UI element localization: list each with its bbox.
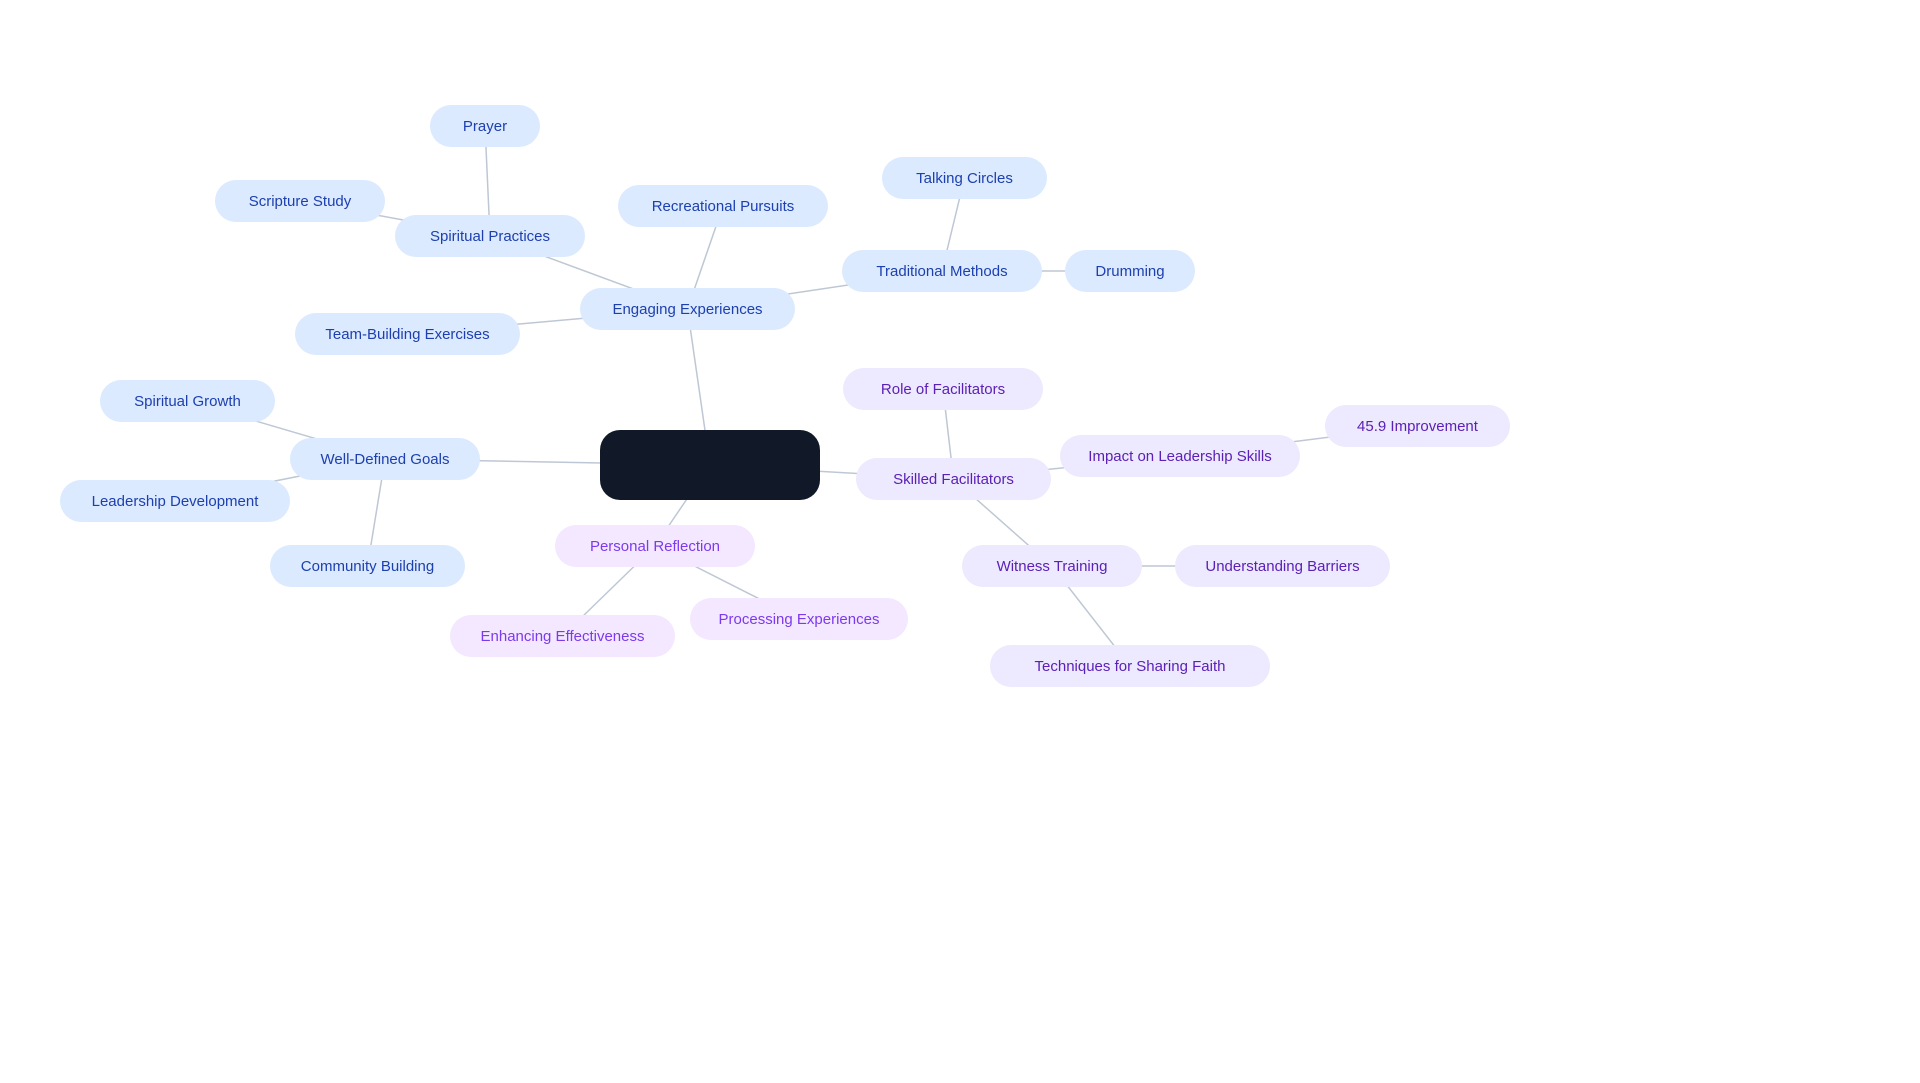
- spiritual-growth-node: Spiritual Growth: [100, 380, 275, 422]
- role-of-facilitators-node: Role of Facilitators: [843, 368, 1043, 410]
- enhancing-effectiveness-node: Enhancing Effectiveness: [450, 615, 675, 657]
- understanding-barriers-node: Understanding Barriers: [1175, 545, 1390, 587]
- engaging-experiences-node: Engaging Experiences: [580, 288, 795, 330]
- improvement-node: 45.9 Improvement: [1325, 405, 1510, 447]
- leadership-development-node: Leadership Development: [60, 480, 290, 522]
- talking-circles-node: Talking Circles: [882, 157, 1047, 199]
- center-node: [600, 430, 820, 500]
- traditional-methods-node: Traditional Methods: [842, 250, 1042, 292]
- well-defined-goals-node: Well-Defined Goals: [290, 438, 480, 480]
- drumming-node: Drumming: [1065, 250, 1195, 292]
- skilled-facilitators-node: Skilled Facilitators: [856, 458, 1051, 500]
- prayer-node: Prayer: [430, 105, 540, 147]
- personal-reflection-node: Personal Reflection: [555, 525, 755, 567]
- techniques-sharing-node: Techniques for Sharing Faith: [990, 645, 1270, 687]
- impact-leadership-skills-node: Impact on Leadership Skills: [1060, 435, 1300, 477]
- scripture-study-node: Scripture Study: [215, 180, 385, 222]
- team-building-node: Team-Building Exercises: [295, 313, 520, 355]
- recreational-pursuits-node: Recreational Pursuits: [618, 185, 828, 227]
- mindmap-container: Prayer Scripture StudySpiritual Practices…: [0, 0, 1920, 1083]
- community-building-node: Community Building: [270, 545, 465, 587]
- witness-training-node: Witness Training: [962, 545, 1142, 587]
- spiritual-practices-node: Spiritual Practices: [395, 215, 585, 257]
- processing-experiences-node: Processing Experiences: [690, 598, 908, 640]
